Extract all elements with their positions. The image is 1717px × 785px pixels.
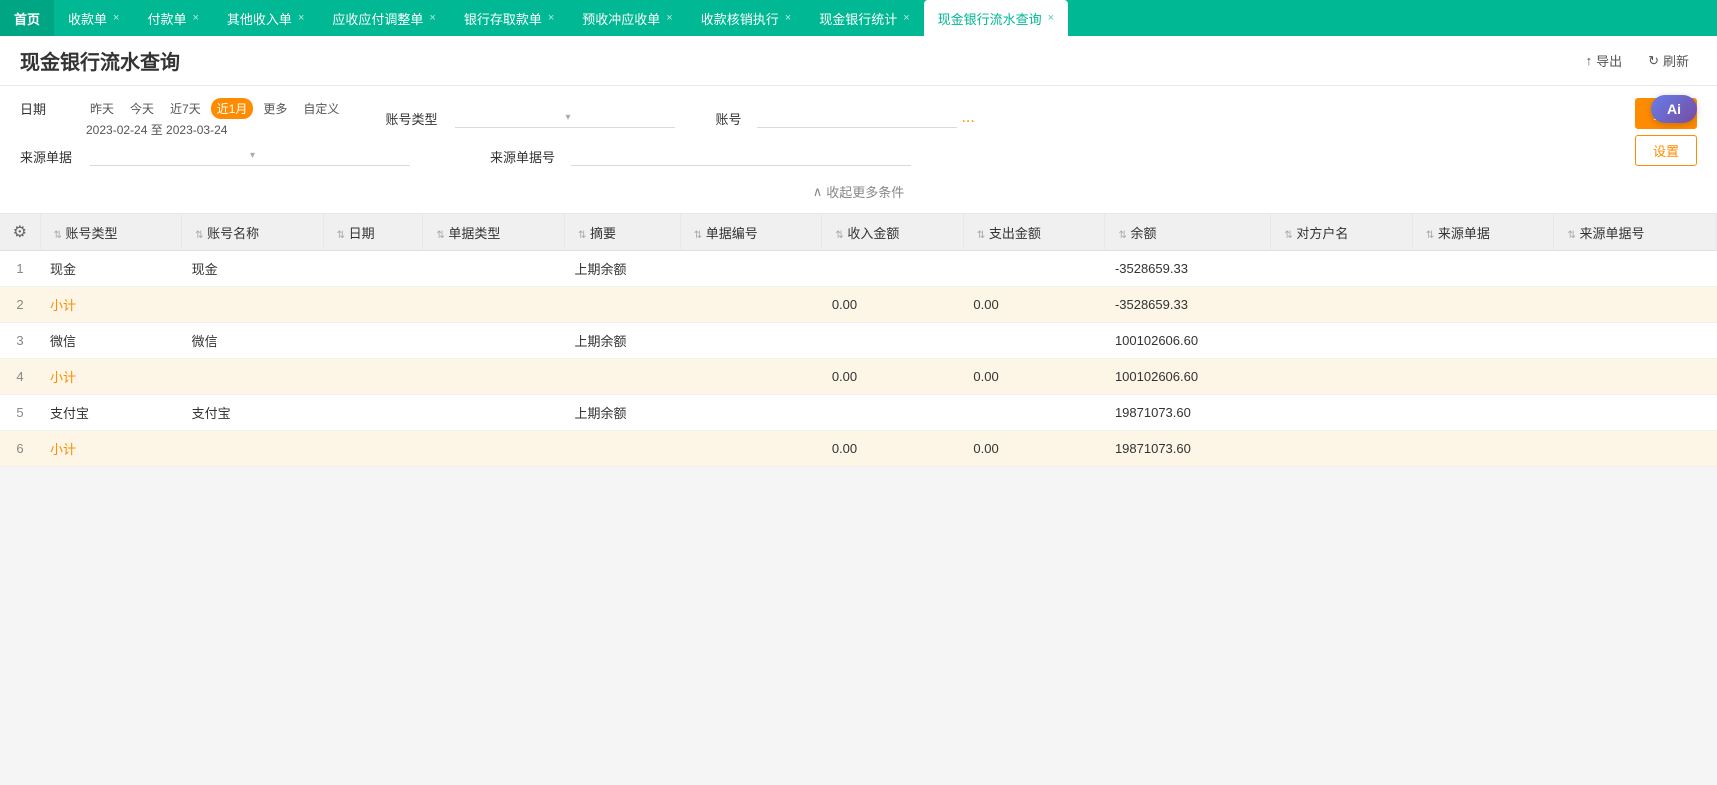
account-type-label: 账号类型 xyxy=(385,109,437,128)
account-no-input[interactable] xyxy=(757,108,957,128)
col-income[interactable]: ⇅ 收入金额 xyxy=(822,214,964,251)
date-filter-label: 日期 xyxy=(20,99,80,118)
sort-icon: ⇅ xyxy=(578,230,586,241)
sort-icon: ⇅ xyxy=(1284,230,1292,241)
date-1month[interactable]: 近1月 xyxy=(211,98,254,119)
refresh-icon: ↻ xyxy=(1648,53,1659,69)
close-icon[interactable]: × xyxy=(298,12,304,24)
close-icon[interactable]: × xyxy=(1048,12,1054,24)
table-row[interactable]: 3微信微信上期余额100102606.60 xyxy=(0,323,1717,359)
date-shortcuts: 昨天 今天 近7天 近1月 更多 自定义 xyxy=(84,98,345,119)
nav-bank-flow[interactable]: 现金银行流水查询 × xyxy=(924,0,1068,36)
nav-adjustment[interactable]: 应收应付调整单 × xyxy=(318,0,449,36)
nav-collection[interactable]: 收款核销执行 × xyxy=(687,0,805,36)
col-doc-type[interactable]: ⇅ 单据类型 xyxy=(423,214,565,251)
nav-bank-deposit[interactable]: 银行存取款单 × xyxy=(450,0,568,36)
nav-bank-stats[interactable]: 现金银行统计 × xyxy=(805,0,923,36)
sort-icon: ⇅ xyxy=(835,230,843,241)
chevron-down-icon: ▾ xyxy=(565,112,669,123)
row-index: 6 xyxy=(0,431,40,467)
nav-receipt[interactable]: 收款单 × xyxy=(54,0,133,36)
top-nav: 首页 收款单 × 付款单 × 其他收入单 × 应收应付调整单 × 银行存取款单 … xyxy=(0,0,1717,36)
chevron-down-icon: ▾ xyxy=(250,150,404,161)
close-icon[interactable]: × xyxy=(113,12,119,24)
source-doc-no-input[interactable] xyxy=(571,146,911,166)
dots-button[interactable]: ... xyxy=(961,109,974,127)
refresh-button[interactable]: ↻ 刷新 xyxy=(1640,47,1697,74)
nav-other-income[interactable]: 其他收入单 × xyxy=(213,0,318,36)
sort-icon: ⇅ xyxy=(1118,230,1126,241)
col-account-type[interactable]: ⇅ 账号类型 xyxy=(40,214,182,251)
sort-icon: ⇅ xyxy=(1567,230,1575,241)
export-icon: ↑ xyxy=(1586,53,1593,68)
table-header-row: ⚙ ⇅ 账号类型 ⇅ 账号名称 ⇅ 日期 ⇅ 单据类型 xyxy=(0,214,1717,251)
data-table: ⚙ ⇅ 账号类型 ⇅ 账号名称 ⇅ 日期 ⇅ 单据类型 xyxy=(0,214,1717,467)
page-title: 现金银行流水查询 xyxy=(20,46,180,75)
nav-prepay[interactable]: 预收冲应收单 × xyxy=(568,0,686,36)
ai-button[interactable]: Ai xyxy=(1651,95,1697,123)
close-icon[interactable]: × xyxy=(429,12,435,24)
sort-icon: ⇅ xyxy=(694,230,702,241)
col-doc-no[interactable]: ⇅ 单据编号 xyxy=(680,214,822,251)
row-index: 4 xyxy=(0,359,40,395)
row-index: 5 xyxy=(0,395,40,431)
nav-home[interactable]: 首页 xyxy=(0,0,54,36)
nav-payment[interactable]: 付款单 × xyxy=(133,0,212,36)
filter-area: 日期 昨天 今天 近7天 近1月 更多 自定义 2023-02-24 至 202… xyxy=(0,86,1717,214)
date-7days[interactable]: 近7天 xyxy=(164,98,207,119)
row-index: 1 xyxy=(0,251,40,287)
filter-row-2: 来源单据 ▾ 来源单据号 xyxy=(20,146,1615,166)
table-row[interactable]: 2小计0.000.00-3528659.33 xyxy=(0,287,1717,323)
filter-row-1: 日期 昨天 今天 近7天 近1月 更多 自定义 2023-02-24 至 202… xyxy=(20,98,1615,138)
date-range-display: 2023-02-24 至 2023-03-24 xyxy=(86,123,227,137)
page-header: 现金银行流水查询 ↑ 导出 ↻ 刷新 xyxy=(0,36,1717,86)
table-row[interactable]: 4小计0.000.00100102606.60 xyxy=(0,359,1717,395)
export-button[interactable]: ↑ 导出 xyxy=(1578,47,1631,74)
close-icon[interactable]: × xyxy=(548,12,554,24)
table-row[interactable]: 5支付宝支付宝上期余额19871073.60 xyxy=(0,395,1717,431)
close-icon[interactable]: × xyxy=(666,12,672,24)
date-custom[interactable]: 自定义 xyxy=(297,98,345,119)
collapse-bar[interactable]: ∧ 收起更多条件 xyxy=(20,178,1697,205)
col-counterpart[interactable]: ⇅ 对方户名 xyxy=(1271,214,1413,251)
table-row[interactable]: 6小计0.000.0019871073.60 xyxy=(0,431,1717,467)
table-container: ⚙ ⇅ 账号类型 ⇅ 账号名称 ⇅ 日期 ⇅ 单据类型 xyxy=(0,214,1717,467)
col-balance[interactable]: ⇅ 余额 xyxy=(1105,214,1271,251)
chevron-up-icon: ∧ xyxy=(813,184,823,200)
close-icon[interactable]: × xyxy=(785,12,791,24)
close-icon[interactable]: × xyxy=(192,12,198,24)
col-expense[interactable]: ⇅ 支出金额 xyxy=(963,214,1105,251)
table-body: 1现金现金上期余额-3528659.332小计0.000.00-3528659.… xyxy=(0,251,1717,467)
setting-button[interactable]: 设置 xyxy=(1635,135,1697,166)
col-account-name[interactable]: ⇅ 账号名称 xyxy=(182,214,324,251)
col-date[interactable]: ⇅ 日期 xyxy=(323,214,423,251)
row-index: 2 xyxy=(0,287,40,323)
row-index: 3 xyxy=(0,323,40,359)
sort-icon: ⇅ xyxy=(54,230,62,241)
source-doc-label: 来源单据 xyxy=(20,147,72,166)
settings-icon[interactable]: ⚙ xyxy=(13,224,27,241)
close-icon[interactable]: × xyxy=(903,12,909,24)
sort-icon: ⇅ xyxy=(195,230,203,241)
col-summary[interactable]: ⇅ 摘要 xyxy=(564,214,680,251)
source-doc-select[interactable]: ▾ xyxy=(90,147,410,166)
account-no-label: 账号 xyxy=(715,109,741,128)
col-source-doc[interactable]: ⇅ 来源单据 xyxy=(1412,214,1554,251)
date-yesterday[interactable]: 昨天 xyxy=(84,98,120,119)
col-source-doc-no[interactable]: ⇅ 来源单据号 xyxy=(1554,214,1717,251)
account-type-select[interactable]: ▾ xyxy=(455,109,675,128)
sort-icon: ⇅ xyxy=(337,230,345,241)
sort-icon: ⇅ xyxy=(1426,230,1434,241)
date-today[interactable]: 今天 xyxy=(124,98,160,119)
settings-column[interactable]: ⚙ xyxy=(0,214,40,251)
date-more[interactable]: 更多 xyxy=(257,98,293,119)
sort-icon: ⇅ xyxy=(977,230,985,241)
source-doc-no-label: 来源单据号 xyxy=(490,147,555,166)
table-row[interactable]: 1现金现金上期余额-3528659.33 xyxy=(0,251,1717,287)
header-actions: ↑ 导出 ↻ 刷新 xyxy=(1578,47,1697,74)
sort-icon: ⇅ xyxy=(436,230,444,241)
